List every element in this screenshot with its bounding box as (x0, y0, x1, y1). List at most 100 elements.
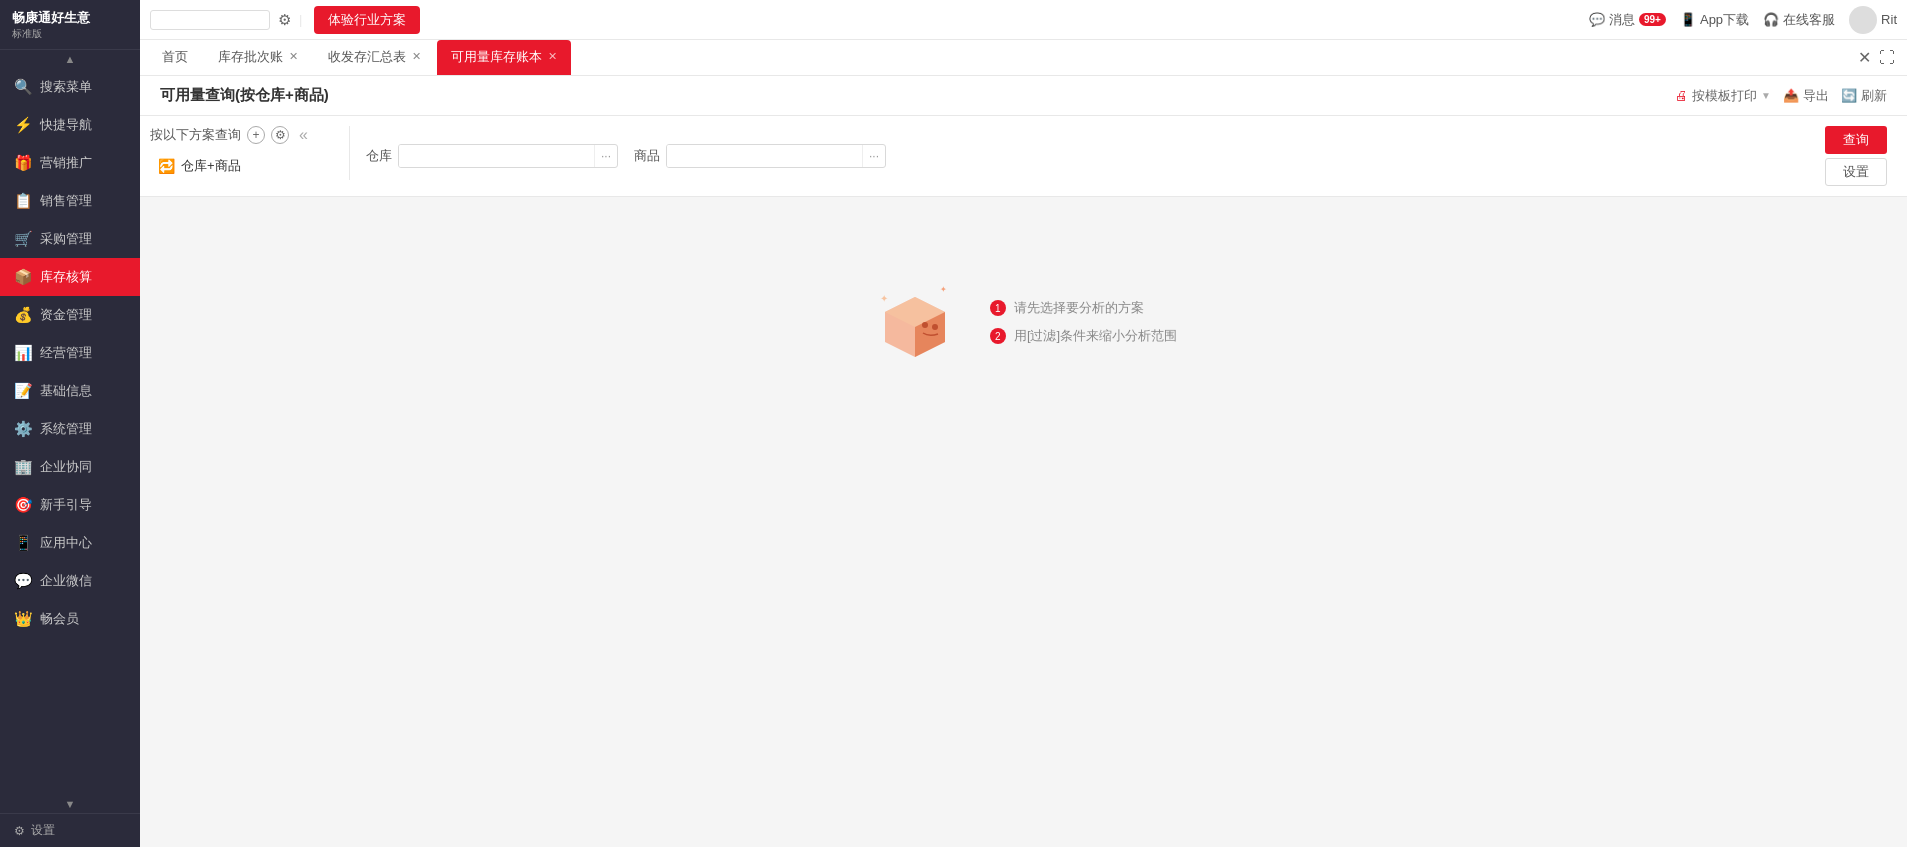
goods-more-btn[interactable]: ··· (862, 145, 885, 167)
sidebar-nav: 🔍 搜索菜单 ⚡快捷导航 🎁 营销推广 📋 销售管理 🛒采购管理📦库存核算 💰 资金管理 📊经营管理… (0, 68, 140, 795)
main-area: ⚙ | 体验行业方案 💬 消息 99+ 📱 App下载 🎧 在线客服 Rit (140, 0, 1907, 847)
tabs-bar-right: ✕ ⛶ (1858, 40, 1899, 75)
topbar-right: 💬 消息 99+ 📱 App下载 🎧 在线客服 Rit (1589, 6, 1897, 34)
sidebar-item-label-finance: 资金管理 (40, 306, 92, 324)
tab-close-batch[interactable]: ✕ (289, 50, 298, 63)
operation-icon: 📊 (14, 344, 32, 362)
sidebar-item-finance[interactable]: 💰 资金管理 (0, 296, 140, 334)
tab-receipt[interactable]: 收发存汇总表 ✕ (314, 40, 435, 75)
print-icon: 🖨 (1675, 88, 1688, 103)
warehouse-input-wrap: ··· (398, 144, 618, 168)
warehouse-input[interactable] (399, 145, 594, 167)
tab-available[interactable]: 可用量库存账本✕ (437, 40, 571, 75)
basic-icon: 📝 (14, 382, 32, 400)
avatar (1849, 6, 1877, 34)
sidebar-item-wechat[interactable]: 💬企业微信 (0, 562, 140, 600)
sidebar-item-label-search: 搜索菜单 (40, 78, 92, 96)
sidebar-bottom[interactable]: ⚙ 设置 (0, 813, 140, 847)
tab-label-batch: 库存批次账 (218, 48, 283, 66)
topbar-gear-icon[interactable]: ⚙ (278, 11, 291, 29)
sidebar-item-shortcut[interactable]: ⚡快捷导航 (0, 106, 140, 144)
sidebar-item-label-marketing: 营销推广 (40, 154, 92, 172)
industry-solution-button[interactable]: 体验行业方案 (314, 6, 420, 34)
tab-home[interactable]: 首页 (148, 40, 202, 75)
schemes-label: 按以下方案查询 (150, 126, 241, 144)
filter-group-goods: 商品 ··· (634, 144, 886, 168)
enterprise-icon: 🏢 (14, 458, 32, 476)
settings-button[interactable]: 设置 (1825, 158, 1887, 186)
filter-fields: 仓库 ··· 商品 ··· (350, 126, 1887, 186)
marketing-icon: 🎁 (14, 154, 32, 172)
scheme-settings-icon[interactable]: ⚙ (271, 126, 289, 144)
goods-label: 商品 (634, 147, 660, 165)
sidebar-item-enterprise[interactable]: 🏢企业协同 (0, 448, 140, 486)
system-icon: ⚙️ (14, 420, 32, 438)
logo-sub: 标准版 (12, 27, 128, 41)
export-action[interactable]: 📤 导出 (1783, 87, 1829, 105)
filter-row-main: 仓库 ··· 商品 ··· (366, 126, 1887, 186)
refresh-action[interactable]: 🔄 刷新 (1841, 87, 1887, 105)
tab-label-receipt: 收发存汇总表 (328, 48, 406, 66)
sidebar-item-sales[interactable]: 📋 销售管理 (0, 182, 140, 220)
app-download-item[interactable]: 📱 App下载 (1680, 11, 1749, 29)
goods-input[interactable] (667, 145, 862, 167)
search-icon: 🔍 (14, 78, 32, 96)
filter-schemes-header: 按以下方案查询 + ⚙ « (150, 126, 341, 144)
tab-close-all-icon[interactable]: ✕ (1858, 48, 1871, 67)
sidebar-item-search[interactable]: 🔍 搜索菜单 (0, 68, 140, 106)
sidebar-item-member[interactable]: 👑畅会员 (0, 600, 140, 638)
page-title: 可用量查询(按仓库+商品) (160, 86, 329, 105)
tab-close-receipt[interactable]: ✕ (412, 50, 421, 63)
refresh-icon: 🔄 (1841, 88, 1857, 103)
newbie-icon: 🎯 (14, 496, 32, 514)
user-label: Rit (1881, 12, 1897, 27)
query-button[interactable]: 查询 (1825, 126, 1887, 154)
logo-title: 畅康通好生意 (12, 10, 128, 27)
print-action[interactable]: 🖨 按模板打印 ▼ (1675, 87, 1771, 105)
sidebar-item-appstore[interactable]: 📱应用中心 (0, 524, 140, 562)
sales-icon: 📋 (14, 192, 32, 210)
message-item[interactable]: 💬 消息 99+ (1589, 11, 1666, 29)
online-service-item[interactable]: 🎧 在线客服 (1763, 11, 1835, 29)
sidebar-item-inventory[interactable]: 📦库存核算 (0, 258, 140, 296)
sidebar-item-label-basic: 基础信息 (40, 382, 92, 400)
sidebar-item-marketing[interactable]: 🎁 营销推广 (0, 144, 140, 182)
scheme-item-warehouse-goods[interactable]: 🔁 仓库+商品 (150, 152, 341, 180)
sidebar-item-label-purchase: 采购管理 (40, 230, 92, 248)
sidebar-item-purchase[interactable]: 🛒采购管理 (0, 220, 140, 258)
sidebar-scroll-down[interactable]: ▼ (0, 795, 140, 813)
finance-icon: 💰 (14, 306, 32, 324)
sidebar-item-basic[interactable]: 📝 基础信息 (0, 372, 140, 410)
shortcut-icon: ⚡ (14, 116, 32, 134)
tab-close-available[interactable]: ✕ (548, 50, 557, 63)
empty-state-inner: ✦ ✦ 1 请先选择要分析的方案 2 用[过滤]条件来缩小分析范围 (870, 277, 1177, 367)
sidebar-item-label-sales: 销售管理 (40, 192, 92, 210)
page-header: 可用量查询(按仓库+商品) 🖨 按模板打印 ▼ 📤 导出 🔄 刷新 (140, 76, 1907, 116)
message-label: 消息 (1609, 11, 1635, 29)
tip-text-1: 请先选择要分析的方案 (1014, 299, 1144, 317)
search-input[interactable] (150, 10, 270, 30)
settings-icon: ⚙ (14, 824, 25, 838)
empty-state: ✦ ✦ 1 请先选择要分析的方案 2 用[过滤]条件来缩小分析范围 (140, 197, 1907, 447)
sidebar-item-system[interactable]: ⚙️系统管理 (0, 410, 140, 448)
tab-batch[interactable]: 库存批次账 ✕ (204, 40, 312, 75)
print-dropdown-icon[interactable]: ▼ (1761, 90, 1771, 101)
svg-point-3 (922, 322, 928, 328)
sidebar-scroll-up[interactable]: ▲ (0, 50, 140, 68)
collapse-schemes-icon[interactable]: « (299, 126, 308, 144)
export-label: 导出 (1803, 87, 1829, 105)
tab-expand-icon[interactable]: ⛶ (1879, 49, 1895, 67)
tip-num-2: 2 (990, 328, 1006, 344)
add-scheme-icon[interactable]: + (247, 126, 265, 144)
filter-group-warehouse: 仓库 ··· (366, 144, 618, 168)
filter-panel: 按以下方案查询 + ⚙ « 🔁 仓库+商品 仓库 (140, 116, 1907, 197)
print-label: 按模板打印 (1692, 87, 1757, 105)
wechat-icon: 💬 (14, 572, 32, 590)
topbar: ⚙ | 体验行业方案 💬 消息 99+ 📱 App下载 🎧 在线客服 Rit (140, 0, 1907, 40)
user-avatar-item[interactable]: Rit (1849, 6, 1897, 34)
sidebar-item-operation[interactable]: 📊经营管理 (0, 334, 140, 372)
warehouse-more-btn[interactable]: ··· (594, 145, 617, 167)
filter-actions: 查询 设置 (1825, 126, 1887, 186)
member-icon: 👑 (14, 610, 32, 628)
sidebar-item-newbie[interactable]: 🎯新手引导 (0, 486, 140, 524)
